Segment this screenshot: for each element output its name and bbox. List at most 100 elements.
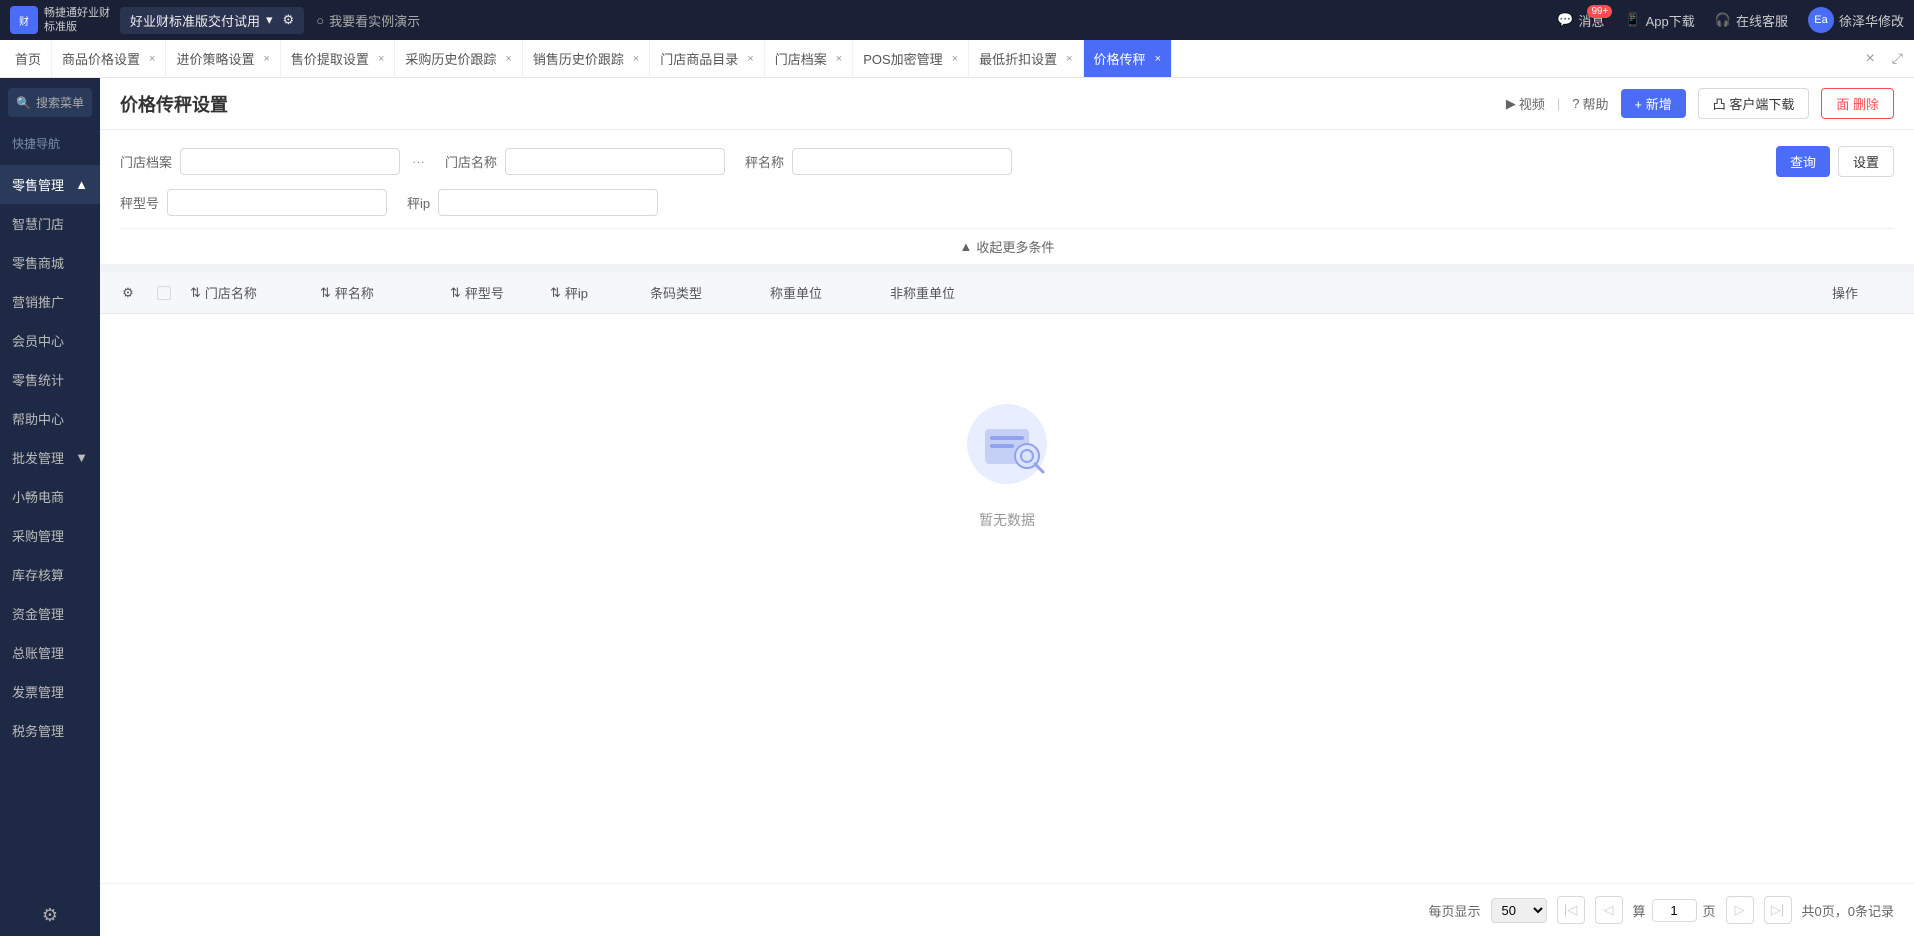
first-page-btn[interactable]: |◁ bbox=[1557, 896, 1585, 924]
tab-cost-strategy[interactable]: 进价策略设置 × bbox=[166, 40, 280, 78]
tab-min-discount[interactable]: 最低折扣设置 × bbox=[969, 40, 1083, 78]
table-container: ⚙ ⇅ 门店名称 ⇅ 秤名称 ⇅ 秤型号 bbox=[100, 272, 1914, 883]
tab-store-catalog[interactable]: 门店商品目录 × bbox=[650, 40, 764, 78]
version-dropdown[interactable]: 好业财标准版交付试用 ▾ ⚙ bbox=[120, 7, 304, 34]
next-page-btn[interactable]: ▷ bbox=[1726, 896, 1754, 924]
tab-price-scale[interactable]: 价格传秤 × bbox=[1084, 40, 1172, 78]
filter-area: 门店档案 ··· 门店名称 秤名称 查询 设置 bbox=[100, 130, 1914, 264]
store-name-input[interactable] bbox=[505, 148, 725, 175]
app-download-btn[interactable]: 📱 App下载 bbox=[1624, 11, 1694, 30]
close-icon[interactable]: × bbox=[149, 53, 155, 65]
video-link[interactable]: ▶ 视频 bbox=[1506, 94, 1545, 113]
sidebar-item-invoice[interactable]: 发票管理 bbox=[0, 672, 100, 711]
close-icon[interactable]: × bbox=[1155, 53, 1161, 65]
close-icon[interactable]: × bbox=[505, 53, 511, 65]
sidebar-item-retail-stats[interactable]: 零售统计 bbox=[0, 360, 100, 399]
query-button[interactable]: 查询 bbox=[1776, 146, 1830, 177]
settings-query-button[interactable]: 设置 bbox=[1838, 146, 1894, 177]
collapse-button[interactable]: ▲ 收起更多条件 bbox=[960, 237, 1055, 256]
th-scale-ip: ⇅ 秤ip bbox=[542, 283, 642, 302]
search-menu-btn[interactable]: 🔍 搜索菜单 bbox=[8, 88, 92, 117]
demo-link[interactable]: ○ 我要看实例演示 bbox=[316, 11, 420, 30]
close-icon[interactable]: × bbox=[747, 53, 753, 65]
close-icon[interactable]: × bbox=[633, 53, 639, 65]
header-links: ▶ 视频 | ? 帮助 bbox=[1506, 94, 1609, 113]
user-avatar[interactable]: Ea 徐泽华修改 bbox=[1808, 7, 1904, 33]
sidebar-bottom: ⚙ bbox=[0, 895, 100, 936]
sort-icon: ⇅ bbox=[320, 285, 331, 301]
close-icon[interactable]: × bbox=[263, 53, 269, 65]
scale-ip-input[interactable] bbox=[438, 189, 658, 216]
th-settings[interactable]: ⚙ bbox=[110, 285, 146, 301]
close-icon[interactable]: × bbox=[952, 53, 958, 65]
filter-store-name: 门店名称 bbox=[445, 148, 725, 175]
last-page-btn[interactable]: ▷| bbox=[1764, 896, 1792, 924]
tab-purchase-history[interactable]: 采购历史价跟踪 × bbox=[395, 40, 522, 78]
add-button[interactable]: + 新增 bbox=[1621, 89, 1686, 118]
scale-name-label: 秤名称 bbox=[745, 152, 784, 171]
top-bar: 财 畅捷通好业财 标准版 好业财标准版交付试用 ▾ ⚙ ○ 我要看实例演示 💬 … bbox=[0, 0, 1914, 40]
sidebar-item-help[interactable]: 帮助中心 bbox=[0, 399, 100, 438]
tab-product-price[interactable]: 商品价格设置 × bbox=[52, 40, 166, 78]
filter-scale-model: 秤型号 bbox=[120, 189, 387, 216]
th-store-name: ⇅ 门店名称 bbox=[182, 283, 312, 302]
close-icon[interactable]: × bbox=[836, 53, 842, 65]
tab-sale-extract[interactable]: 售价提取设置 × bbox=[281, 40, 395, 78]
message-badge: 99+ bbox=[1587, 5, 1612, 18]
store-profile-input[interactable] bbox=[180, 148, 400, 175]
prev-page-btn[interactable]: ◁ bbox=[1595, 896, 1623, 924]
query-buttons: 查询 设置 bbox=[1776, 146, 1894, 177]
sidebar-item-general-ledger[interactable]: 总账管理 bbox=[0, 633, 100, 672]
scale-ip-label: 秤ip bbox=[407, 193, 430, 212]
select-all-checkbox[interactable] bbox=[157, 286, 171, 300]
sidebar-quick-nav-label: 快捷导航 bbox=[0, 127, 100, 160]
sidebar-item-retail[interactable]: 零售管理 ▲ bbox=[0, 165, 100, 204]
th-checkbox[interactable] bbox=[146, 286, 182, 300]
sidebar-settings-icon[interactable]: ⚙ bbox=[42, 905, 58, 926]
tab-home[interactable]: 首页 bbox=[5, 40, 52, 78]
sidebar-item-smart-store[interactable]: 智慧门店 bbox=[0, 204, 100, 243]
close-icon[interactable]: × bbox=[1066, 53, 1072, 65]
filter-store-profile: 门店档案 ··· bbox=[120, 148, 425, 175]
separator: | bbox=[1553, 96, 1564, 111]
download-client-button[interactable]: 凸 客户端下载 bbox=[1698, 88, 1810, 119]
search-icon: 🔍 bbox=[16, 96, 31, 110]
close-icon[interactable]: × bbox=[378, 53, 384, 65]
sidebar-item-inventory[interactable]: 库存核算 bbox=[0, 555, 100, 594]
sidebar-item-wholesale[interactable]: 批发管理 ▼ bbox=[0, 438, 100, 477]
sidebar-item-member[interactable]: 会员中心 bbox=[0, 321, 100, 360]
sidebar-item-purchase[interactable]: 采购管理 bbox=[0, 516, 100, 555]
sidebar-item-ecommerce[interactable]: 小畅电商 bbox=[0, 477, 100, 516]
play-icon: ▶ bbox=[1506, 96, 1516, 112]
per-page-select[interactable]: 50 10 20 100 bbox=[1491, 898, 1547, 923]
tab-store-profile[interactable]: 门店档案 × bbox=[765, 40, 853, 78]
store-name-label: 门店名称 bbox=[445, 152, 497, 171]
tabs-end-controls: × ⤢ bbox=[1859, 50, 1909, 68]
help-link[interactable]: ? 帮助 bbox=[1572, 94, 1608, 113]
more-options-icon[interactable]: ··· bbox=[412, 154, 425, 169]
tab-pos-encrypt[interactable]: POS加密管理 × bbox=[853, 40, 969, 78]
page-header-actions: ▶ 视频 | ? 帮助 + 新增 凸 客户端下载 bbox=[1506, 88, 1894, 119]
message-icon: 💬 bbox=[1557, 12, 1573, 28]
th-scale-name: ⇅ 秤名称 bbox=[312, 283, 442, 302]
demo-icon: ○ bbox=[316, 13, 324, 28]
expand-icon[interactable]: ⤢ bbox=[1886, 50, 1909, 67]
sidebar-item-tax[interactable]: 税务管理 bbox=[0, 711, 100, 750]
scale-name-input[interactable] bbox=[792, 148, 1012, 175]
delete-button[interactable]: 面 删除 bbox=[1821, 88, 1894, 119]
scale-model-input[interactable] bbox=[167, 189, 387, 216]
sidebar-item-marketing[interactable]: 营销推广 bbox=[0, 282, 100, 321]
sort-icon: ⇅ bbox=[550, 285, 561, 301]
close-all-icon[interactable]: × bbox=[1859, 50, 1880, 68]
sidebar-item-finance[interactable]: 资金管理 bbox=[0, 594, 100, 633]
message-btn[interactable]: 💬 消息 99+ bbox=[1557, 11, 1604, 30]
nav-tabs: 首页 商品价格设置 × 进价策略设置 × 售价提取设置 × 采购历史价跟踪 × … bbox=[0, 40, 1914, 78]
chevron-up-icon: ▲ bbox=[960, 239, 973, 254]
top-bar-right: 💬 消息 99+ 📱 App下载 🎧 在线客服 Ea 徐泽华修改 bbox=[1557, 7, 1904, 33]
page-number-input[interactable] bbox=[1652, 899, 1697, 922]
chevron-up-icon: ▲ bbox=[75, 177, 88, 192]
sidebar-item-online-store[interactable]: 零售商城 bbox=[0, 243, 100, 282]
store-profile-label: 门店档案 bbox=[120, 152, 172, 171]
tab-sales-history[interactable]: 销售历史价跟踪 × bbox=[523, 40, 650, 78]
online-service-btn[interactable]: 🎧 在线客服 bbox=[1715, 11, 1788, 30]
